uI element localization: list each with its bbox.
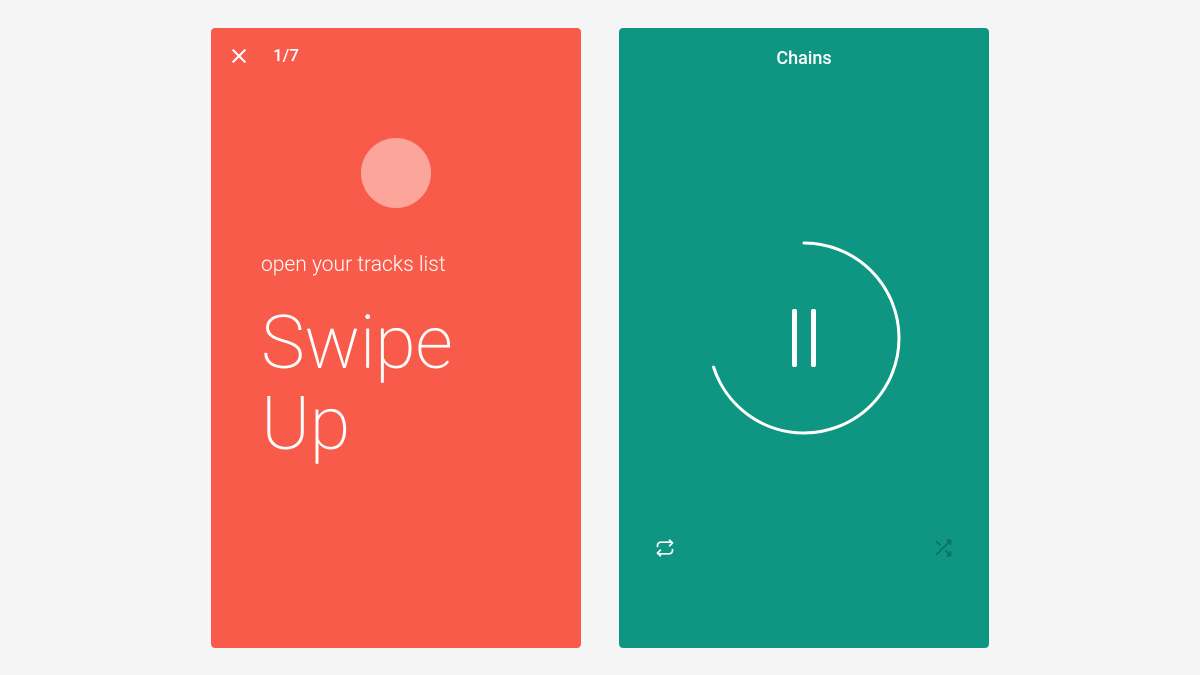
player-controls [619, 538, 989, 558]
tutorial-header: 1/7 [211, 28, 581, 84]
tutorial-hint: open your tracks list [261, 253, 531, 277]
pause-icon[interactable] [792, 309, 816, 367]
tutorial-screen[interactable]: 1/7 open your tracks list Swipe Up [211, 28, 581, 648]
repeat-icon[interactable] [655, 538, 675, 558]
gesture-line-2: Up [261, 384, 551, 465]
step-counter: 1/7 [273, 46, 299, 66]
shuffle-icon[interactable] [933, 538, 953, 558]
player-screen[interactable]: Chains [619, 28, 989, 648]
tutorial-gesture-label: Swipe Up [261, 303, 551, 466]
player-progress-area[interactable] [699, 233, 909, 443]
track-title: Chains [619, 28, 989, 89]
close-icon[interactable] [231, 48, 247, 64]
gesture-indicator-dot [361, 138, 431, 208]
gesture-line-1: Swipe [261, 303, 551, 384]
